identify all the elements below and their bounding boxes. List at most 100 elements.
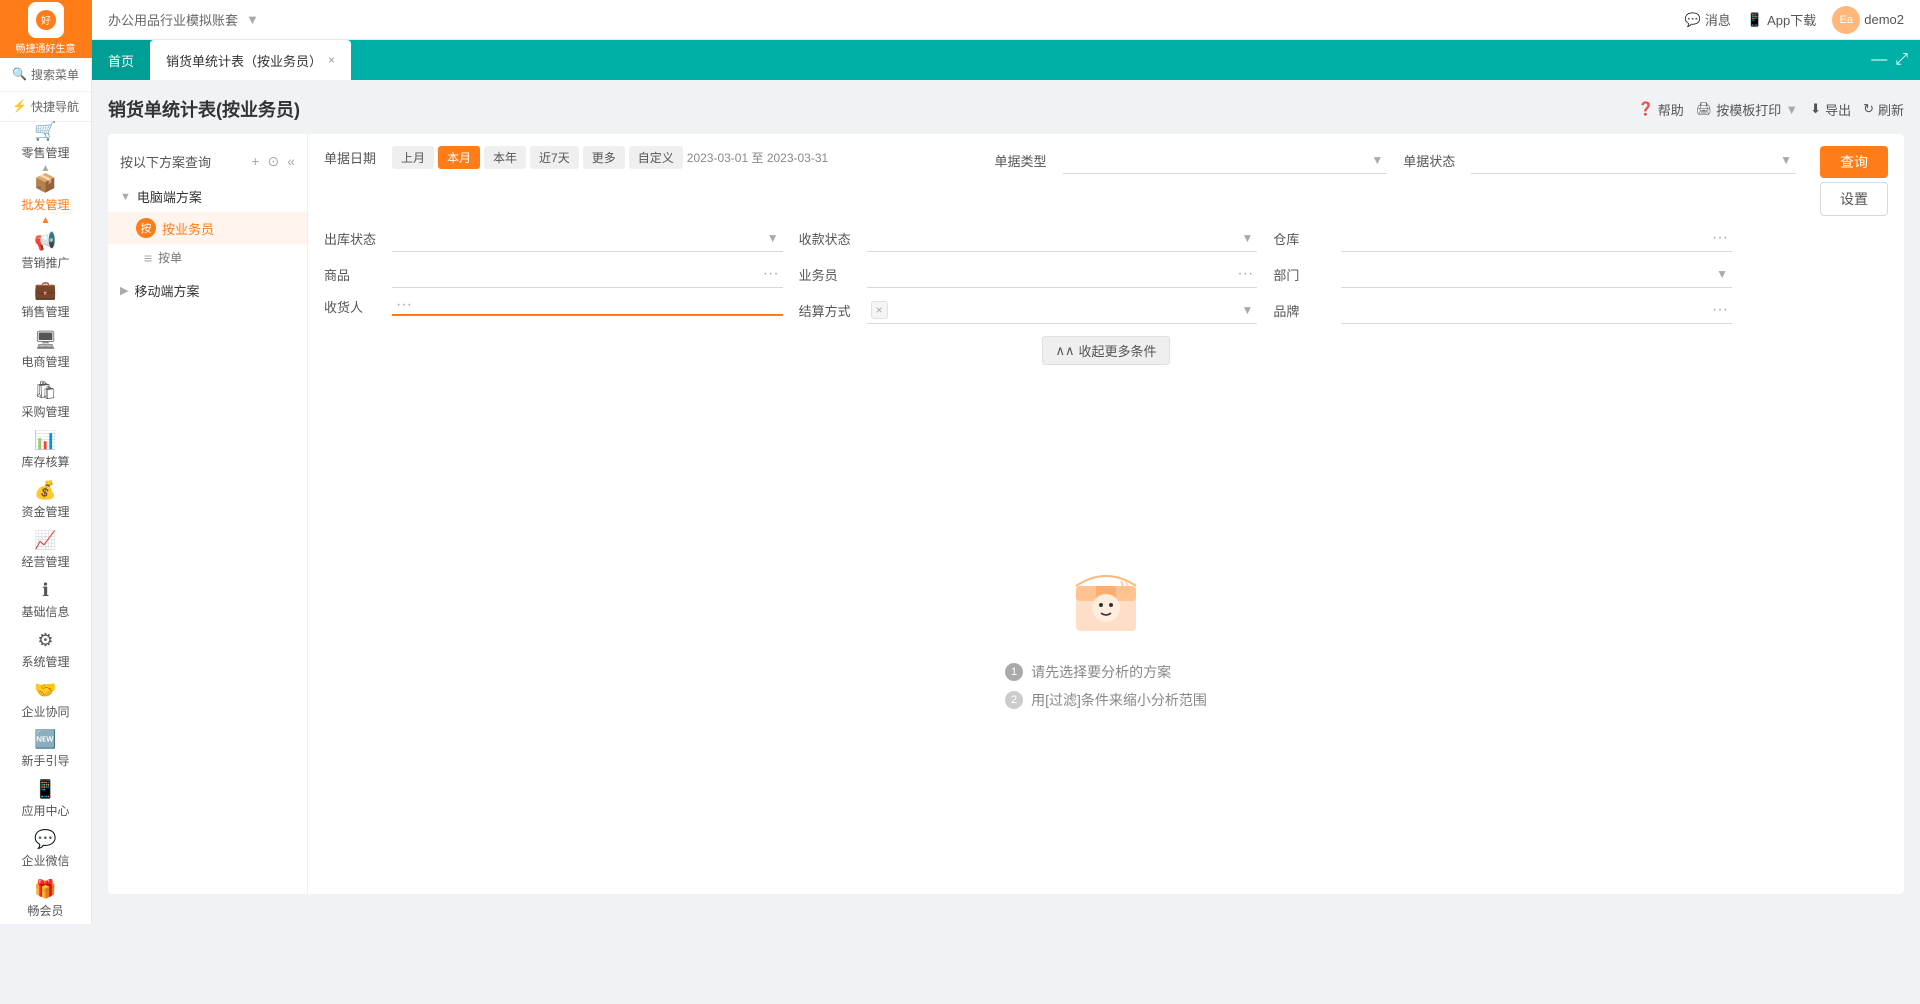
sidebar-item-retail[interactable]: 🛒 零售管理 ▲	[0, 122, 91, 174]
sidebar-item-member[interactable]: 🎁 畅会员	[0, 874, 91, 924]
pc-group-header[interactable]: ▼ 电脑端方案	[108, 181, 307, 212]
sidebar-item-wholesale[interactable]: 📦 批发管理 ▲	[0, 174, 91, 226]
recipient-dots: ···	[396, 296, 412, 314]
salesperson-dots: ···	[1237, 265, 1253, 283]
print-btn[interactable]: 🖨 按模板打印 ▼	[1696, 100, 1798, 119]
date-7days-btn[interactable]: 近7天	[530, 146, 579, 169]
sidebar-item-ecom[interactable]: 🖥 电商管理	[0, 325, 91, 375]
order-type-arrow: ▼	[1371, 153, 1383, 167]
order-type-select[interactable]: ▼	[1063, 146, 1388, 174]
department-select[interactable]: ▼	[1341, 260, 1732, 288]
product-label: 商品	[324, 265, 384, 284]
add-scheme-btn[interactable]: +	[251, 153, 259, 170]
base-info-icon: ℹ	[42, 580, 49, 601]
export-btn[interactable]: ⬇ 导出	[1810, 100, 1851, 119]
scheme-by-salesperson[interactable]: 按 按业务员	[108, 212, 307, 244]
tab-home[interactable]: 首页	[92, 40, 150, 80]
ecom-icon: 🖥	[34, 330, 57, 351]
sidebar-item-inventory[interactable]: 📊 库存核算	[0, 425, 91, 475]
order-status-select[interactable]: ▼	[1471, 146, 1796, 174]
sidebar-item-finance[interactable]: 💰 资金管理	[0, 475, 91, 525]
date-more-btn[interactable]: 更多	[583, 146, 625, 169]
sidebar-item-management[interactable]: 📈 经营管理	[0, 525, 91, 575]
refresh-btn[interactable]: ↻ 刷新	[1863, 100, 1904, 119]
sidebar-item-system[interactable]: ⚙ 系统管理	[0, 625, 91, 675]
tabbar: 首页 销货单统计表（按业务员） × — ⤢	[92, 40, 1920, 80]
appcenter-label: 应用中心	[21, 802, 69, 819]
collapse-panel-btn[interactable]: «	[287, 153, 295, 170]
scheme-by-order[interactable]: ≡ 按单	[108, 244, 307, 271]
sidebar-item-newuser[interactable]: 🆕 新手引导	[0, 724, 91, 774]
enterprise-label: 企业协同	[21, 703, 69, 720]
message-btn[interactable]: 💬 消息	[1685, 10, 1731, 29]
order-type-label: 单据类型	[995, 151, 1055, 170]
collapse-btn[interactable]: ∧∧ 收起更多条件	[1042, 336, 1169, 365]
stock-status-label: 出库状态	[324, 229, 384, 248]
sales-label: 销售管理	[21, 303, 69, 320]
tab-minimize-btn[interactable]: —	[1871, 51, 1887, 69]
product-select[interactable]: ···	[392, 260, 783, 288]
sidebar-item-marketing[interactable]: 📢 营销推广	[0, 226, 91, 276]
tab-expand-btn[interactable]: ⤢	[1895, 51, 1908, 69]
settlement-tag-close[interactable]: ×	[876, 303, 883, 317]
collapse-row: ∧∧ 收起更多条件	[324, 336, 1888, 365]
panel-icons: + ⊙ «	[251, 153, 295, 170]
system-icon: ⚙	[37, 630, 53, 651]
sidebar-logo[interactable]: 好 畅捷通好生意	[0, 0, 92, 58]
quick-nav-item[interactable]: ⚡ 快捷导航	[0, 92, 91, 122]
mobile-group-header[interactable]: ▶ 移动端方案	[108, 275, 307, 306]
logo-icon: 好	[28, 2, 64, 38]
purchase-label: 采购管理	[21, 403, 69, 420]
active-scheme-icon: 按	[136, 218, 156, 238]
wholesale-label: 批发管理	[21, 196, 69, 213]
search-menu-item[interactable]: 🔍 搜索菜单	[0, 58, 91, 92]
topbar-right: 💬 消息 📱 App下载 Ea demo2	[1685, 6, 1904, 34]
main-content: 销货单统计表(按业务员) ❓ 帮助 🖨 按模板打印 ▼ ⬇ 导出 ↻ 刷新	[92, 80, 1920, 924]
query-btn[interactable]: 查询	[1820, 146, 1888, 178]
date-last-month-btn[interactable]: 上月	[392, 146, 434, 169]
stock-status-select[interactable]: ▼	[392, 224, 783, 252]
user-menu[interactable]: Ea demo2	[1832, 6, 1904, 34]
enterprise-icon: 🤝	[34, 680, 56, 701]
search-icon: 🔍	[12, 67, 27, 81]
date-this-month-btn[interactable]: 本月	[438, 146, 480, 169]
setting-btn[interactable]: 设置	[1820, 182, 1888, 216]
app-download-btn[interactable]: 📱 App下载	[1747, 10, 1816, 29]
sidebar-item-wechat[interactable]: 💬 企业微信	[0, 824, 91, 874]
mobile-group-arrow: ▶	[120, 284, 128, 297]
recipient-input-wrap[interactable]: ···	[392, 296, 783, 316]
quick-nav-label: 快捷导航	[31, 98, 79, 115]
export-icon: ⬇	[1810, 101, 1821, 117]
system-label: 系统管理	[21, 653, 69, 670]
brand-label: 品牌	[1273, 301, 1333, 320]
empty-tips: 1 请先选择要分析的方案 2 用[过滤]条件来缩小分析范围	[1005, 662, 1207, 710]
sub-item-label: 按单	[158, 249, 182, 266]
date-custom-btn[interactable]: 自定义	[629, 146, 683, 169]
copy-scheme-btn[interactable]: ⊙	[267, 153, 279, 170]
sidebar-item-purchase[interactable]: 🛍 采购管理	[0, 375, 91, 425]
sidebar-item-base-info[interactable]: ℹ 基础信息	[0, 575, 91, 625]
print-dropdown-icon: ▼	[1785, 102, 1798, 117]
payment-status-select[interactable]: ▼	[867, 224, 1258, 252]
dropdown-icon[interactable]: ▼	[246, 12, 259, 27]
date-this-year-btn[interactable]: 本年	[484, 146, 526, 169]
tab-home-label: 首页	[108, 51, 134, 70]
recipient-filter-item: 收货人 ···	[324, 296, 783, 316]
tab-current[interactable]: 销货单统计表（按业务员） ×	[150, 40, 351, 80]
topbar-left: 办公用品行业模拟账套 ▼	[108, 10, 259, 29]
sidebar-item-sales[interactable]: 💼 销售管理	[0, 275, 91, 325]
warehouse-select[interactable]: ···	[1341, 224, 1732, 252]
recipient-label: 收货人	[324, 297, 384, 316]
member-icon: 🎁	[34, 879, 56, 900]
salesperson-select[interactable]: ···	[867, 260, 1258, 288]
tab-close-btn[interactable]: ×	[328, 53, 335, 67]
department-arrow: ▼	[1716, 267, 1728, 281]
sidebar-item-enterprise[interactable]: 🤝 企业协同	[0, 675, 91, 725]
date-filter-item: 单据日期 上月 本月 本年 近7天 更多 自定义 2023-03-01 至 20…	[324, 146, 979, 169]
brand-select[interactable]: ···	[1341, 296, 1732, 324]
settlement-select[interactable]: × ▼	[867, 296, 1258, 324]
sidebar-item-appcenter[interactable]: 📱 应用中心	[0, 774, 91, 824]
help-btn[interactable]: ❓ 帮助	[1638, 100, 1684, 119]
marketing-icon: 📢	[34, 231, 56, 252]
refresh-icon: ↻	[1863, 101, 1874, 117]
